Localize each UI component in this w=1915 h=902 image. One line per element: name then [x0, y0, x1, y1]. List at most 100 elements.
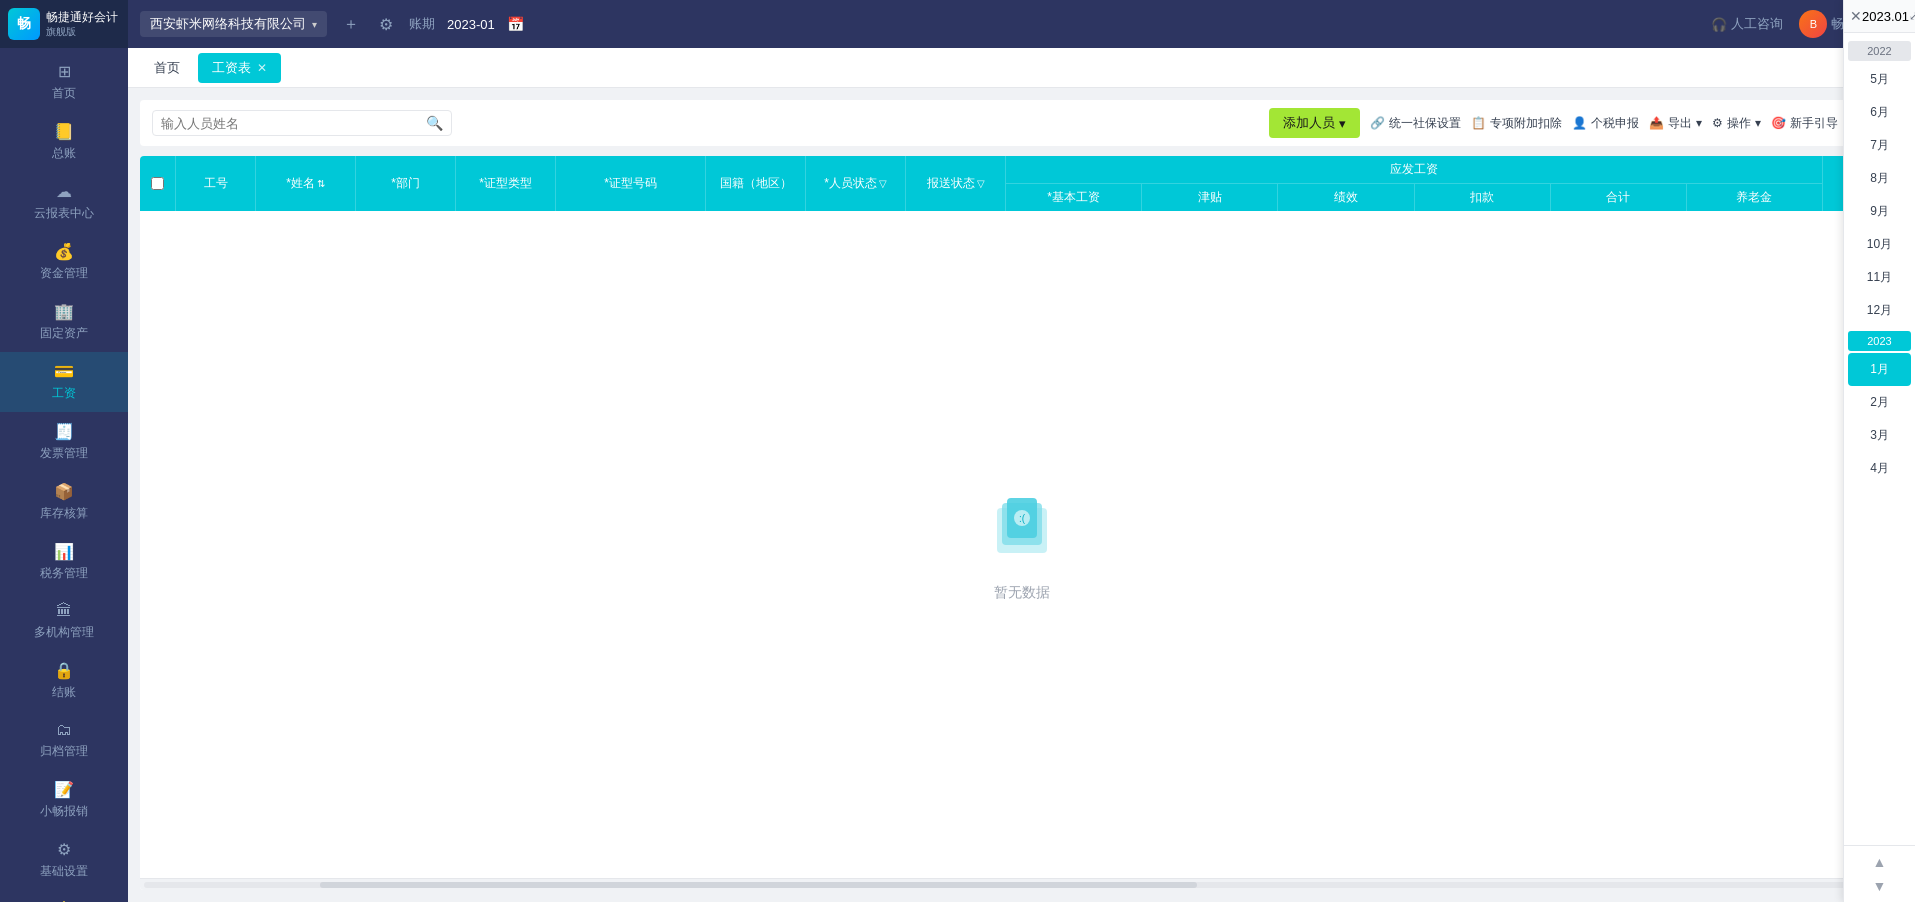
- empty-icon: :(: [982, 488, 1062, 568]
- guide-button[interactable]: 🎯 新手引导: [1771, 115, 1838, 132]
- salary-icon: 💳: [54, 362, 74, 381]
- th-performance: 绩效: [1278, 184, 1414, 211]
- home-icon: ⊞: [58, 62, 71, 81]
- fixed-assets-icon: 🏢: [54, 302, 74, 321]
- right-panel-header: ✕ 2023.01 ⤢: [1844, 0, 1915, 33]
- invoice-icon: 🧾: [54, 422, 74, 441]
- th-total: 合计: [1551, 184, 1687, 211]
- period-value: 2023-01: [447, 17, 495, 32]
- tax-report-button[interactable]: 👤 个税申报: [1572, 115, 1639, 132]
- search-icon: 🔍: [426, 115, 443, 131]
- sidebar-item-salary[interactable]: 💳工资: [0, 352, 128, 412]
- chevron-down-icon: ▾: [312, 19, 317, 30]
- sidebar-item-guide[interactable]: 🌟新手引导: [0, 890, 128, 902]
- sort-icon[interactable]: ⇅: [317, 178, 325, 189]
- social-security-button[interactable]: 🔗 统一社保设置: [1370, 115, 1461, 132]
- gear-icon: ⚙: [1712, 116, 1723, 130]
- th-allowance: 津贴: [1142, 184, 1278, 211]
- company-name: 西安虾米网络科技有限公司: [150, 15, 306, 33]
- human-service-button[interactable]: 🎧 人工咨询: [1711, 15, 1783, 33]
- year-2023-label: 2023: [1848, 331, 1911, 351]
- logo-icon: 畅: [8, 8, 40, 40]
- multi-org-icon: 🏛: [56, 602, 72, 620]
- month-2022-10[interactable]: 10月: [1844, 228, 1915, 261]
- month-2022-11[interactable]: 11月: [1844, 261, 1915, 294]
- topbar: 西安虾米网络科技有限公司 ▾ ＋ ⚙ 账期 2023-01 📅 🎧 人工咨询 B…: [128, 0, 1915, 48]
- sidebar-item-multi-org[interactable]: 🏛多机构管理: [0, 592, 128, 651]
- export-icon: 📤: [1649, 116, 1664, 130]
- scroll-down-button[interactable]: ▼: [1844, 874, 1915, 898]
- period-label: 账期: [409, 15, 435, 33]
- sidebar-item-archive[interactable]: 🗂归档管理: [0, 711, 128, 770]
- sidebar-item-close[interactable]: 🔒结账: [0, 651, 128, 711]
- salary-table: 工号 *姓名 ⇅ *部门 *证型类型 *证型号码 国籍（地区）: [140, 156, 1903, 890]
- inventory-icon: 📦: [54, 482, 74, 501]
- company-selector[interactable]: 西安虾米网络科技有限公司 ▾: [140, 11, 327, 37]
- wages-group-title: 应发工资: [1006, 156, 1822, 184]
- right-panel: ✕ 2023.01 ⤢ 2022 5月 6月 7月 8月 9月 10月 11月 …: [1843, 0, 1915, 902]
- sidebar-item-fixed-assets[interactable]: 🏢固定资产: [0, 292, 128, 352]
- expand-icon[interactable]: ⤢: [1909, 9, 1915, 23]
- table-header: 工号 *姓名 ⇅ *部门 *证型类型 *证型号码 国籍（地区）: [140, 156, 1903, 211]
- operations-button[interactable]: ⚙ 操作 ▾: [1712, 115, 1761, 132]
- table-scrollbar[interactable]: [140, 878, 1903, 890]
- main-area: 西安虾米网络科技有限公司 ▾ ＋ ⚙ 账期 2023-01 📅 🎧 人工咨询 B…: [128, 0, 1915, 902]
- sidebar-item-inventory[interactable]: 📦库存核算: [0, 472, 128, 532]
- sidebar-nav: ⊞首页📒总账☁云报表中心💰资金管理🏢固定资产💳工资🧾发票管理📦库存核算📊税务管理…: [0, 48, 128, 902]
- filter-icon2[interactable]: ▽: [977, 178, 985, 189]
- tab-salary-table[interactable]: 工资表 ✕: [198, 53, 281, 83]
- sidebar-item-invoice[interactable]: 🧾发票管理: [0, 412, 128, 472]
- special-deduction-button[interactable]: 📋 专项附加扣除: [1471, 115, 1562, 132]
- month-2022-7[interactable]: 7月: [1844, 129, 1915, 162]
- calendar-icon[interactable]: 📅: [507, 16, 524, 32]
- sidebar-item-tax[interactable]: 📊税务管理: [0, 532, 128, 592]
- select-all-checkbox[interactable]: [151, 177, 164, 190]
- month-2022-12[interactable]: 12月: [1844, 294, 1915, 327]
- sidebar-item-basic-settings[interactable]: ⚙基础设置: [0, 830, 128, 890]
- dropdown-icon: ▾: [1339, 116, 1346, 131]
- settings-icon[interactable]: ⚙: [375, 11, 397, 38]
- scroll-up-button[interactable]: ▲: [1844, 850, 1915, 874]
- app-name: 畅捷通好会计 旗舰版: [46, 10, 118, 39]
- filter-icon[interactable]: ▽: [879, 178, 887, 189]
- month-list: 2022 5月 6月 7月 8月 9月 10月 11月 12月 2023 1月 …: [1844, 33, 1915, 845]
- sidebar-item-home[interactable]: ⊞首页: [0, 52, 128, 112]
- th-checkbox[interactable]: [140, 156, 176, 211]
- sidebar: 畅 畅捷通好会计 旗舰版 ⊞首页📒总账☁云报表中心💰资金管理🏢固定资产💳工资🧾发…: [0, 0, 128, 902]
- th-wages-group: 应发工资 *基本工资 津贴 绩效 扣款 合计 养老金: [1006, 156, 1823, 211]
- expense-icon: 📝: [54, 780, 74, 799]
- fund-icon: 💰: [54, 242, 74, 261]
- month-2023-1[interactable]: 1月: [1848, 353, 1911, 386]
- basic-settings-icon: ⚙: [57, 840, 71, 859]
- month-2022-8[interactable]: 8月: [1844, 162, 1915, 195]
- month-2023-3[interactable]: 3月: [1844, 419, 1915, 452]
- headset-icon: 🎧: [1711, 17, 1727, 32]
- month-2023-4[interactable]: 4月: [1844, 452, 1915, 485]
- archive-icon: 🗂: [56, 721, 72, 739]
- toolbar: 🔍 添加人员 ▾ 🔗 统一社保设置 📋 专项附加扣除 👤 个税申报: [140, 100, 1903, 146]
- add-person-button[interactable]: 添加人员 ▾: [1269, 108, 1360, 138]
- search-input[interactable]: [161, 116, 420, 131]
- content-area: 🔍 添加人员 ▾ 🔗 统一社保设置 📋 专项附加扣除 👤 个税申报: [128, 88, 1915, 902]
- scrollbar-thumb: [320, 882, 1198, 888]
- export-button[interactable]: 📤 导出 ▾: [1649, 115, 1702, 132]
- month-2022-6[interactable]: 6月: [1844, 96, 1915, 129]
- sidebar-item-ledger[interactable]: 📒总账: [0, 112, 128, 172]
- month-2023-2[interactable]: 2月: [1844, 386, 1915, 419]
- tab-home[interactable]: 首页: [140, 53, 194, 83]
- month-2022-9[interactable]: 9月: [1844, 195, 1915, 228]
- sidebar-item-fund[interactable]: 💰资金管理: [0, 232, 128, 292]
- th-deduction: 扣款: [1415, 184, 1551, 211]
- right-panel-close-button[interactable]: ✕: [1850, 8, 1862, 24]
- tab-bar: 首页 工资表 ✕: [128, 48, 1915, 88]
- clipboard-icon: 📋: [1471, 116, 1486, 130]
- toolbar-right: 添加人员 ▾ 🔗 统一社保设置 📋 专项附加扣除 👤 个税申报 📤: [1269, 108, 1891, 138]
- sidebar-item-cloud-report[interactable]: ☁云报表中心: [0, 172, 128, 232]
- tax-icon: 📊: [54, 542, 74, 561]
- add-company-button[interactable]: ＋: [339, 10, 363, 39]
- month-2022-5[interactable]: 5月: [1844, 63, 1915, 96]
- tab-close-icon[interactable]: ✕: [257, 61, 267, 75]
- guide-icon: 🎯: [1771, 116, 1786, 130]
- svg-text::(: :(: [1019, 513, 1026, 524]
- sidebar-item-expense[interactable]: 📝小畅报销: [0, 770, 128, 830]
